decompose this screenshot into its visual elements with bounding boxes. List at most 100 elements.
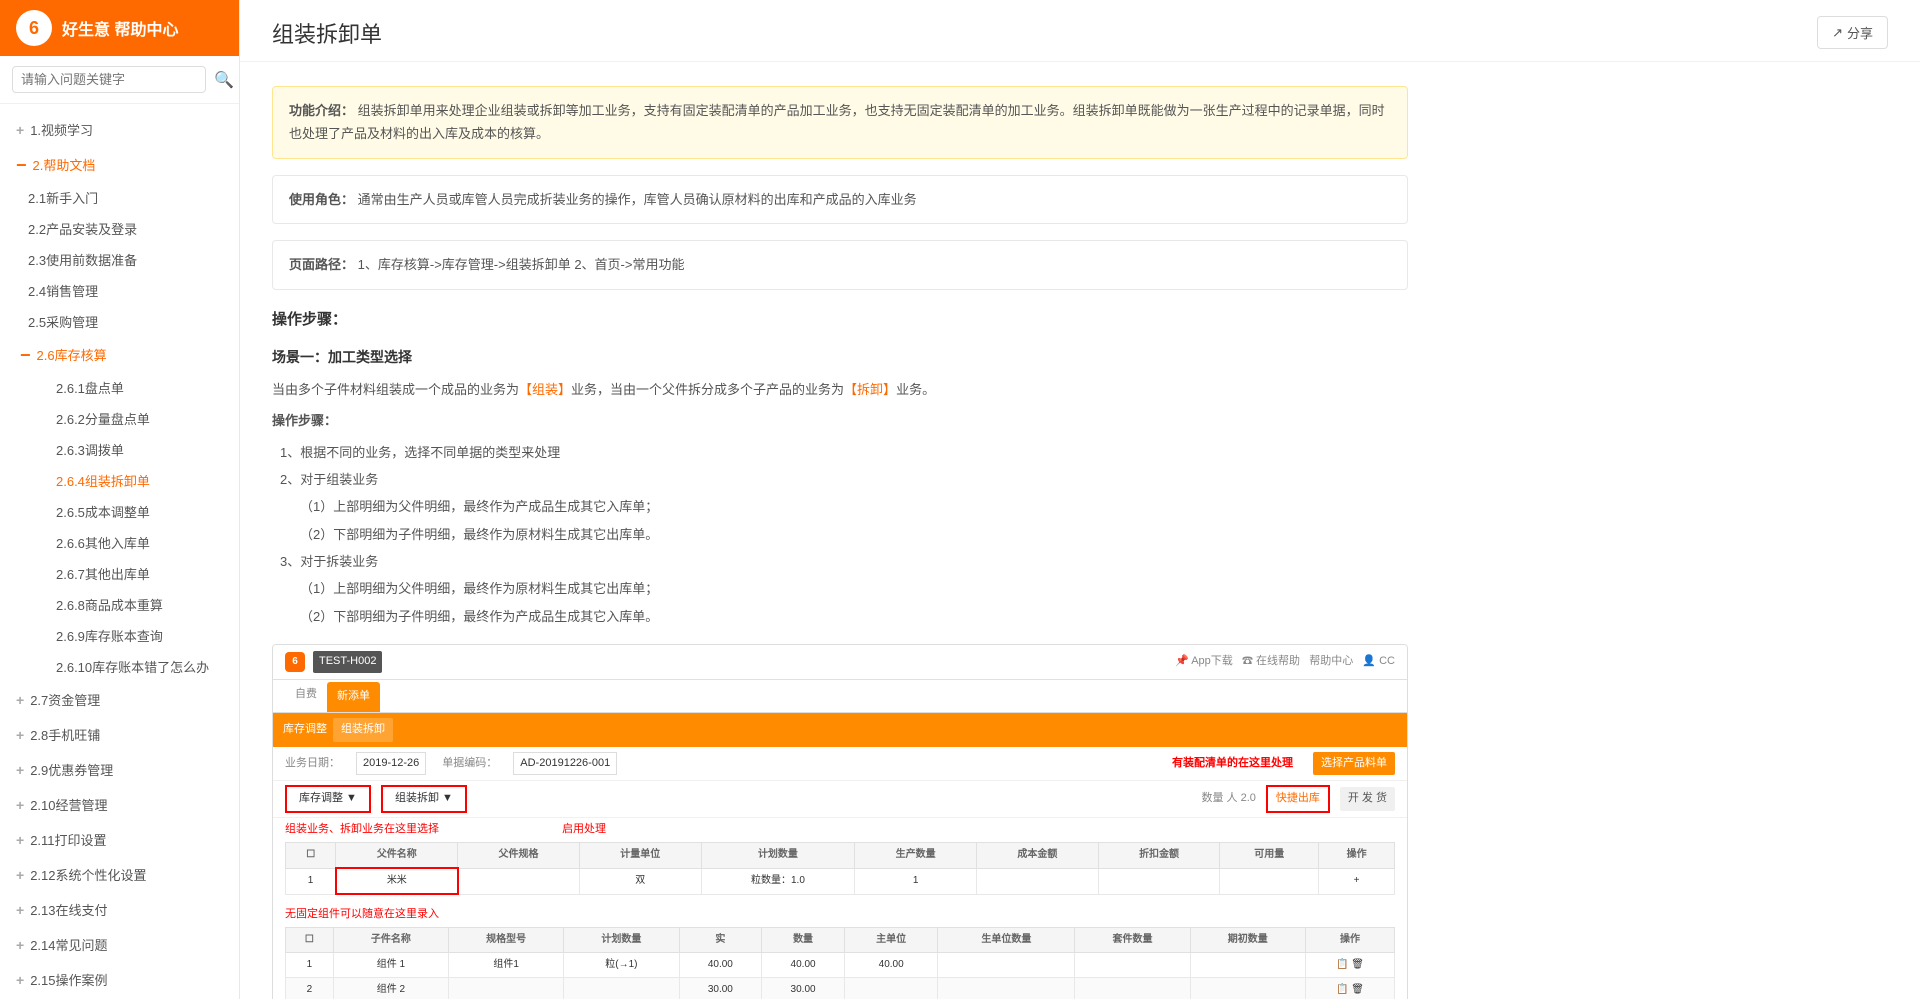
lth-kit-qty: 套件数量: [1075, 927, 1190, 952]
share-button[interactable]: ↗ 分享: [1817, 16, 1888, 49]
sidebar-item-other-in[interactable]: 2.6.6其他入库单: [56, 527, 239, 558]
annotation-no-fixed: 无固定组件可以随意在这里录入: [285, 908, 439, 920]
content-area: 功能介绍： 组装拆卸单用来处理企业组装或拆卸等加工业务，支持有固定装配清单的产品…: [240, 62, 1440, 999]
expand-icon-system: +: [16, 867, 24, 883]
sidebar-item-label-system: 2.12系统个性化设置: [30, 865, 146, 884]
expand-icon-payment: +: [16, 902, 24, 918]
sidebar-item-label-cases: 2.15操作案例: [30, 970, 107, 989]
sidebar-item-mobile[interactable]: + 2.8手机旺铺: [0, 717, 239, 752]
form-code-value: AD-20191226-001: [513, 752, 617, 776]
quick-pick-input[interactable]: 快捷出库: [1266, 785, 1330, 813]
sidebar-item-other-out[interactable]: 2.6.7其他出库单: [56, 558, 239, 589]
annotation-row: 组装业务、拆卸业务在这里选择 启用处理: [273, 818, 1407, 842]
nav-section-coupon: + 2.9优惠券管理: [0, 752, 239, 787]
sidebar-item-payment[interactable]: + 2.13在线支付: [0, 892, 239, 927]
lower-row-2: 2 组件 2 30.00 30.00: [286, 977, 1395, 999]
main-content: 组装拆卸单 ↗ 分享 功能介绍： 组装拆卸单用来处理企业组装或拆卸等加工业务，支…: [240, 0, 1920, 999]
scene1-title: 场景一：加工类型选择: [272, 345, 1408, 370]
sidebar-item-install[interactable]: 2.2产品安装及登录: [28, 213, 239, 244]
form-date-value: 2019-12-26: [356, 752, 426, 776]
app-nav: 自费 新添单: [273, 680, 1407, 713]
search-button[interactable]: 🔍: [212, 68, 236, 92]
op-steps-section: 操作步骤： 场景一：加工类型选择 当由多个子件材料组装成一个成品的业务为【组装】…: [272, 306, 1408, 999]
upper-table-wrapper: ☐ 父件名称 父件规格 计量单位 计划数量 生产数量 成本金额 折扣金额 可用量: [273, 842, 1407, 903]
scene1-intro: 当由多个子件材料组装成一个成品的业务为【组装】业务，当由一个父件拆分成多个子产品…: [272, 378, 1408, 401]
sidebar-item-faq[interactable]: + 2.14常见问题: [0, 927, 239, 962]
sidebar-item-coupon[interactable]: + 2.9优惠券管理: [0, 752, 239, 787]
sidebar-item-newbie[interactable]: 2.1新手入门: [28, 182, 239, 213]
sidebar-item-video[interactable]: + 1.视频学习: [0, 112, 239, 147]
function-intro-label: 功能介绍：: [289, 103, 354, 118]
form-code-label: 单据编码：: [442, 754, 497, 774]
bracket-disassembly: 【拆卸】: [844, 382, 896, 397]
th-plan-qty: 计划数量: [701, 843, 855, 869]
sidebar-item-transfer[interactable]: 2.6.3调拨单: [56, 434, 239, 465]
lth-child-name: 子件名称: [333, 927, 448, 952]
logo-text: 好生意 帮助中心: [62, 16, 178, 40]
sidebar-item-partial-stocktake[interactable]: 2.6.2分量盘点单: [56, 403, 239, 434]
function-intro-block: 功能介绍： 组装拆卸单用来处理企业组装或拆卸等加工业务，支持有固定装配清单的产品…: [272, 86, 1408, 159]
sidebar-item-cases[interactable]: + 2.15操作案例: [0, 962, 239, 997]
sidebar-item-stocktake[interactable]: 2.6.1盘点单: [56, 372, 239, 403]
sidebar-header: 6 好生意 帮助中心: [0, 0, 239, 56]
sidebar-item-cost-recalc[interactable]: 2.6.8商品成本重算: [56, 589, 239, 620]
use-role-text: 通常由生产人员或库管人员完成折装业务的操作，库管人员确认原材料的出库和产成品的入…: [358, 192, 917, 207]
main-header: 组装拆卸单 ↗ 分享: [240, 0, 1920, 62]
sidebar-item-inv-query[interactable]: 2.6.9库存账本查询: [56, 620, 239, 651]
app-logo: 6: [285, 652, 305, 672]
page-title: 组装拆卸单: [272, 17, 382, 49]
sidebar: 6 好生意 帮助中心 🔍 + 1.视频学习 − 2.帮助文档 2.1新手入门 2…: [0, 0, 240, 999]
form-date-label: 业务日期：: [285, 754, 340, 774]
search-input[interactable]: [12, 66, 206, 93]
sidebar-item-label-faq: 2.14常见问题: [30, 935, 107, 954]
sidebar-item-help-docs[interactable]: − 2.帮助文档: [0, 147, 239, 182]
app-screenshot: 6 TEST-H002 📌 App下载 ☎ 在线帮助 帮助中心 👤 CC 自费 …: [273, 645, 1407, 999]
page-path-block: 页面路径： 1、库存核算->库存管理->组装拆卸单 2、首页->常用功能: [272, 240, 1408, 289]
app-top-btns: 📌 App下载 ☎ 在线帮助 帮助中心 👤 CC: [1175, 652, 1395, 672]
qty-label: 数量 人 2.0: [1201, 789, 1255, 809]
sidebar-item-cost-adjust[interactable]: 2.6.5成本调整单: [56, 496, 239, 527]
select-product-btn[interactable]: 选择产品料单: [1313, 752, 1395, 776]
sidebar-item-system[interactable]: + 2.12系统个性化设置: [0, 857, 239, 892]
type-dropdown-2[interactable]: 组装拆卸 ▼: [381, 785, 467, 813]
toolbar-label-1: 库存调整: [283, 720, 327, 740]
nav-section-payment: + 2.13在线支付: [0, 892, 239, 927]
sidebar-item-inv-error[interactable]: 2.6.10库存账本错了怎么办: [56, 651, 239, 682]
expand-icon-funds: +: [16, 692, 24, 708]
annotation-fixed-bom: 有装配清单的在这里处理: [1168, 752, 1297, 776]
expand-icon-manage: +: [16, 797, 24, 813]
expand-icon-cases: +: [16, 972, 24, 988]
step-2: 2、对于组装业务: [280, 468, 1408, 491]
sidebar-item-manage[interactable]: + 2.10经营管理: [0, 787, 239, 822]
step-1: 1、根据不同的业务，选择不同单据的类型来处理: [280, 441, 1408, 464]
lower-table-wrapper: ☐ 子件名称 规格型号 计划数量 实 数量 主单位 生单位数量 套件数量 期: [273, 927, 1407, 999]
sidebar-item-label-coupon: 2.9优惠券管理: [30, 760, 113, 779]
annotation-no-fixed-row: 无固定组件可以随意在这里录入: [273, 903, 1407, 927]
sidebar-item-funds[interactable]: + 2.7资金管理: [0, 682, 239, 717]
step-3: 3、对于拆装业务: [280, 550, 1408, 573]
confirm-btn[interactable]: 开 发 货: [1340, 787, 1395, 811]
sidebar-item-label-payment: 2.13在线支付: [30, 900, 107, 919]
sidebar-item-assembly[interactable]: 2.6.4组装拆卸单: [56, 465, 239, 496]
th-action: 操作: [1319, 843, 1395, 869]
function-intro-text: 组装拆卸单用来处理企业组装或拆卸等加工业务，支持有固定装配清单的产品加工业务，也…: [289, 103, 1385, 141]
upper-table-row-1: 1 米米 双 粒数量：1.0 1 +: [286, 868, 1395, 894]
annotation-finalize: 启用处理: [562, 823, 606, 835]
annotation-assembly-type: 组装业务、拆卸业务在这里选择: [285, 823, 439, 835]
sidebar-item-sales[interactable]: 2.4销售管理: [28, 275, 239, 306]
collapse-icon-2: −: [16, 156, 27, 174]
lth-actual: 实: [679, 927, 762, 952]
type-dropdown[interactable]: 库存调整 ▼: [285, 785, 371, 813]
sidebar-item-data-prep[interactable]: 2.3使用前数据准备: [28, 244, 239, 275]
sidebar-item-inventory[interactable]: − 2.6库存核算: [20, 337, 239, 372]
sidebar-item-label-1: 1.视频学习: [30, 120, 93, 139]
sidebar-item-purchase[interactable]: 2.5采购管理: [28, 306, 239, 337]
page-path-text: 1、库存核算->库存管理->组装拆卸单 2、首页->常用功能: [358, 257, 685, 272]
step-3-1: （1）上部明细为父件明细，最终作为原材料生成其它出库单；: [300, 577, 1408, 600]
nav-sub-list-2: 2.1新手入门 2.2产品安装及登录 2.3使用前数据准备 2.4销售管理 2.…: [0, 182, 239, 682]
step-list: 1、根据不同的业务，选择不同单据的类型来处理 2、对于组装业务 （1）上部明细为…: [280, 441, 1408, 629]
sidebar-item-print[interactable]: + 2.11打印设置: [0, 822, 239, 857]
nav-item-1: 自费: [285, 680, 327, 712]
lower-row-1: 1 组件 1 组件1 粒(→1) 40.00 40.00 40.00: [286, 952, 1395, 977]
lth-main-unit: 主单位: [844, 927, 938, 952]
